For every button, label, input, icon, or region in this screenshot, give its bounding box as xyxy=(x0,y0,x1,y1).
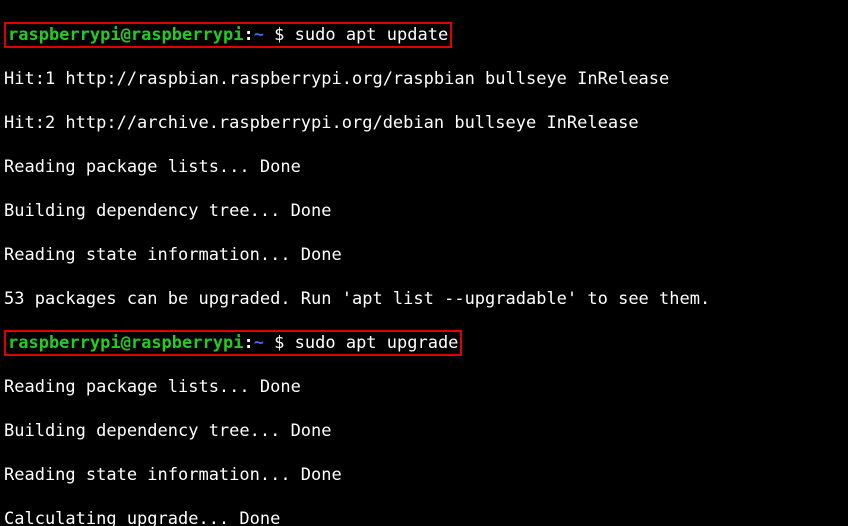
prompt-colon: : xyxy=(243,333,253,353)
output-line: 53 packages can be upgraded. Run 'apt li… xyxy=(4,288,844,310)
output-line: Reading package lists... Done xyxy=(4,376,844,398)
output-line: Reading state information... Done xyxy=(4,244,844,266)
output-line: Hit:1 http://raspbian.raspberrypi.org/ra… xyxy=(4,68,844,90)
prompt-path: ~ xyxy=(254,333,264,353)
command-2: sudo apt upgrade xyxy=(295,333,459,353)
command-line-1: raspberrypi@raspberrypi:~ $ sudo apt upd… xyxy=(4,24,844,46)
prompt-path: ~ xyxy=(254,25,264,45)
highlight-box-2: raspberrypi@raspberrypi:~ $ sudo apt upg… xyxy=(4,330,462,356)
output-line: Reading package lists... Done xyxy=(4,156,844,178)
output-line: Hit:2 http://archive.raspberrypi.org/deb… xyxy=(4,112,844,134)
terminal-output: raspberrypi@raspberrypi:~ $ sudo apt upd… xyxy=(0,0,848,526)
highlight-box-1: raspberrypi@raspberrypi:~ $ sudo apt upd… xyxy=(4,22,452,48)
output-line: Building dependency tree... Done xyxy=(4,420,844,442)
prompt-host: raspberrypi xyxy=(131,25,244,45)
command-1: sudo apt update xyxy=(295,25,449,45)
prompt-at: @ xyxy=(121,25,131,45)
output-line: Reading state information... Done xyxy=(4,464,844,486)
prompt-colon: : xyxy=(243,25,253,45)
prompt-dollar: $ xyxy=(264,333,295,353)
prompt-host: raspberrypi xyxy=(131,333,244,353)
prompt-user: raspberrypi xyxy=(8,25,121,45)
output-line: Calculating upgrade... Done xyxy=(4,508,844,526)
prompt-at: @ xyxy=(121,333,131,353)
prompt-user: raspberrypi xyxy=(8,333,121,353)
command-line-2: raspberrypi@raspberrypi:~ $ sudo apt upg… xyxy=(4,332,844,354)
prompt-dollar: $ xyxy=(264,25,295,45)
output-line: Building dependency tree... Done xyxy=(4,200,844,222)
